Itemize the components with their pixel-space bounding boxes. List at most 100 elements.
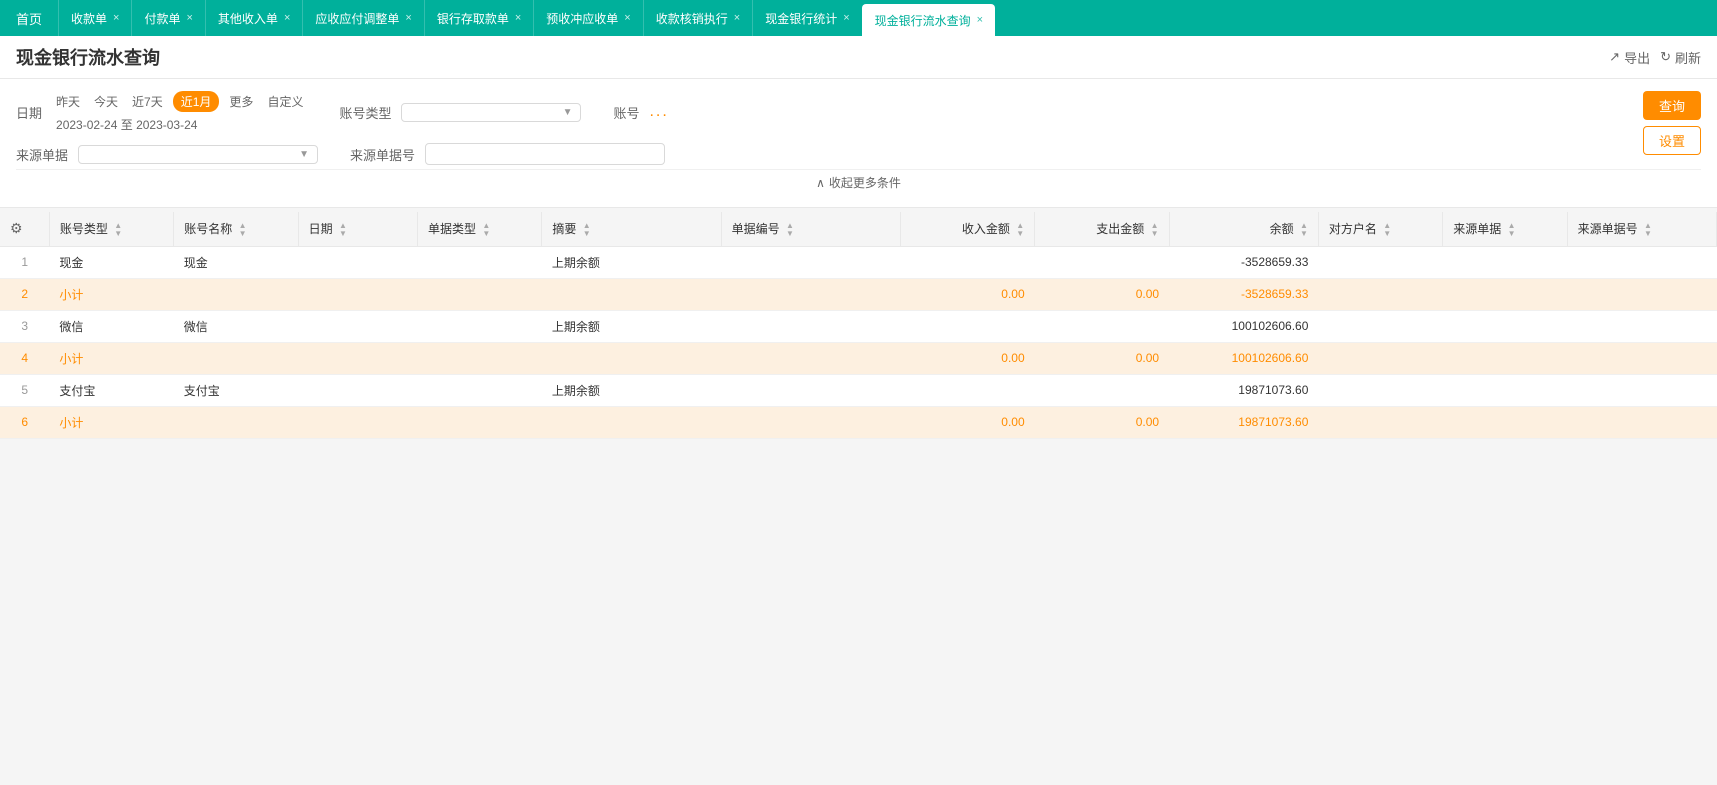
summary-column-header[interactable]: 摘要 ▲▼ xyxy=(542,212,721,246)
nav-tab-yinhang[interactable]: 银行存取款单 × xyxy=(424,0,533,36)
expense-cell: 0.00 xyxy=(1035,342,1169,374)
row-number: 2 xyxy=(0,278,49,310)
date-cell xyxy=(298,342,417,374)
table-header-row: ⚙ 账号类型 ▲▼ 账号名称 ▲▼ 日期 ▲▼ 单据类型 ▲▼ xyxy=(0,212,1717,246)
table-row: 1现金现金上期余额-3528659.33 xyxy=(0,246,1717,278)
refresh-icon: ↻ xyxy=(1660,49,1671,65)
source-doc-num-input[interactable] xyxy=(425,143,665,165)
close-icon[interactable]: × xyxy=(113,12,119,24)
query-button[interactable]: 查询 xyxy=(1643,91,1701,120)
account-type-column-header[interactable]: 账号类型 ▲▼ xyxy=(49,212,173,246)
row-number: 3 xyxy=(0,310,49,342)
date-cell xyxy=(298,310,417,342)
balance-cell: 19871073.60 xyxy=(1169,406,1318,438)
source-doc-num-filter: 来源单据号 xyxy=(350,143,665,165)
date-opt-custom[interactable]: 自定义 xyxy=(263,91,307,112)
chevron-up-icon: ∧ xyxy=(816,176,825,190)
refresh-button[interactable]: ↻ 刷新 xyxy=(1660,48,1701,67)
src-doc-num-column-header[interactable]: 来源单据号 ▲▼ xyxy=(1567,212,1716,246)
doc-type-column-header[interactable]: 单据类型 ▲▼ xyxy=(418,212,542,246)
account-name-cell xyxy=(174,406,298,438)
date-column-header[interactable]: 日期 ▲▼ xyxy=(298,212,417,246)
counterpart-column-header[interactable]: 对方户名 ▲▼ xyxy=(1318,212,1442,246)
close-icon[interactable]: × xyxy=(186,12,192,24)
sort-icon: ▲▼ xyxy=(1508,222,1516,238)
account-type-select[interactable]: ▼ xyxy=(401,103,581,122)
close-icon[interactable]: × xyxy=(977,14,983,26)
src-doc-column-header[interactable]: 来源单据 ▲▼ xyxy=(1443,212,1567,246)
date-opt-yesterday[interactable]: 昨天 xyxy=(52,91,84,112)
export-button[interactable]: ↗ 导出 xyxy=(1609,48,1650,67)
summary-cell: 上期余额 xyxy=(542,374,721,406)
close-icon[interactable]: × xyxy=(843,12,849,24)
row-number: 5 xyxy=(0,374,49,406)
doc-num-cell xyxy=(721,406,900,438)
doc-num-cell xyxy=(721,342,900,374)
date-opt-7days[interactable]: 近7天 xyxy=(128,91,167,112)
nav-home[interactable]: 首页 xyxy=(0,0,58,36)
close-icon[interactable]: × xyxy=(624,12,630,24)
nav-tab-shoukuan[interactable]: 收款单 × xyxy=(58,0,131,36)
sort-icon: ▲▼ xyxy=(482,222,490,238)
income-column-header[interactable]: 收入金额 ▲▼ xyxy=(900,212,1034,246)
counterpart-cell xyxy=(1318,374,1442,406)
doc-num-column-header[interactable]: 单据编号 ▲▼ xyxy=(721,212,900,246)
balance-cell: -3528659.33 xyxy=(1169,278,1318,310)
date-opt-today[interactable]: 今天 xyxy=(90,91,122,112)
nav-tab-fukuan[interactable]: 付款单 × xyxy=(131,0,204,36)
close-icon[interactable]: × xyxy=(515,12,521,24)
nav-tab-xianjinliushui[interactable]: 现金银行流水查询 × xyxy=(862,4,995,36)
nav-tab-xianjintongji[interactable]: 现金银行统计 × xyxy=(752,0,861,36)
expense-cell xyxy=(1035,374,1169,406)
close-icon[interactable]: × xyxy=(405,12,411,24)
doc-type-cell xyxy=(418,406,542,438)
source-doc-select[interactable]: ▼ xyxy=(78,145,318,164)
balance-column-header[interactable]: 余额 ▲▼ xyxy=(1169,212,1318,246)
expense-column-header[interactable]: 支出金额 ▲▼ xyxy=(1035,212,1169,246)
income-cell: 0.00 xyxy=(900,342,1034,374)
row-number: 6 xyxy=(0,406,49,438)
account-type-label: 账号类型 xyxy=(339,103,391,122)
date-opt-more[interactable]: 更多 xyxy=(225,91,257,112)
date-opt-1month[interactable]: 近1月 xyxy=(173,91,220,112)
nav-tab-yushou[interactable]: 预收冲应收单 × xyxy=(533,0,642,36)
settings-icon[interactable]: ⚙ xyxy=(10,220,23,236)
nav-tab-shoukuanxiao[interactable]: 收款核销执行 × xyxy=(643,0,752,36)
collapse-bar[interactable]: ∧ 收起更多条件 xyxy=(16,169,1701,195)
close-icon[interactable]: × xyxy=(284,12,290,24)
src-doc-num-cell xyxy=(1567,374,1716,406)
settings-button[interactable]: 设置 xyxy=(1643,126,1701,155)
income-cell xyxy=(900,246,1034,278)
close-icon[interactable]: × xyxy=(734,12,740,24)
date-filter: 日期 昨天 今天 近7天 近1月 更多 自定义 2023-02-24 至 202… xyxy=(16,91,307,133)
sort-icon: ▲▼ xyxy=(114,222,122,238)
sort-icon: ▲▼ xyxy=(1383,222,1391,238)
expense-cell xyxy=(1035,246,1169,278)
doc-type-cell xyxy=(418,310,542,342)
account-type-cell: 微信 xyxy=(49,310,173,342)
row-number: 4 xyxy=(0,342,49,374)
account-type-cell: 小计 xyxy=(49,406,173,438)
nav-tab-qitashour[interactable]: 其他收入单 × xyxy=(205,0,302,36)
top-navigation: 首页 收款单 × 付款单 × 其他收入单 × 应收应付调整单 × 银行存取款单 … xyxy=(0,0,1717,36)
balance-cell: -3528659.33 xyxy=(1169,246,1318,278)
balance-cell: 100102606.60 xyxy=(1169,342,1318,374)
summary-cell: 上期余额 xyxy=(542,246,721,278)
table-row: 2小计0.000.00-3528659.33 xyxy=(0,278,1717,310)
account-type-filter: 账号类型 ▼ xyxy=(339,103,581,122)
src-doc-cell xyxy=(1443,374,1567,406)
doc-num-cell xyxy=(721,374,900,406)
src-doc-num-cell xyxy=(1567,246,1716,278)
src-doc-cell xyxy=(1443,310,1567,342)
date-block: 昨天 今天 近7天 近1月 更多 自定义 2023-02-24 至 2023-0… xyxy=(52,91,307,133)
nav-tab-yingshouyingfu[interactable]: 应收应付调整单 × xyxy=(302,0,423,36)
summary-cell xyxy=(542,342,721,374)
table-row: 4小计0.000.00100102606.60 xyxy=(0,342,1717,374)
account-dots[interactable]: ... xyxy=(649,103,668,121)
sort-icon: ▲▼ xyxy=(583,222,591,238)
row-number: 1 xyxy=(0,246,49,278)
account-name-column-header[interactable]: 账号名称 ▲▼ xyxy=(174,212,298,246)
settings-column-header[interactable]: ⚙ xyxy=(0,212,49,246)
counterpart-cell xyxy=(1318,310,1442,342)
balance-cell: 19871073.60 xyxy=(1169,374,1318,406)
